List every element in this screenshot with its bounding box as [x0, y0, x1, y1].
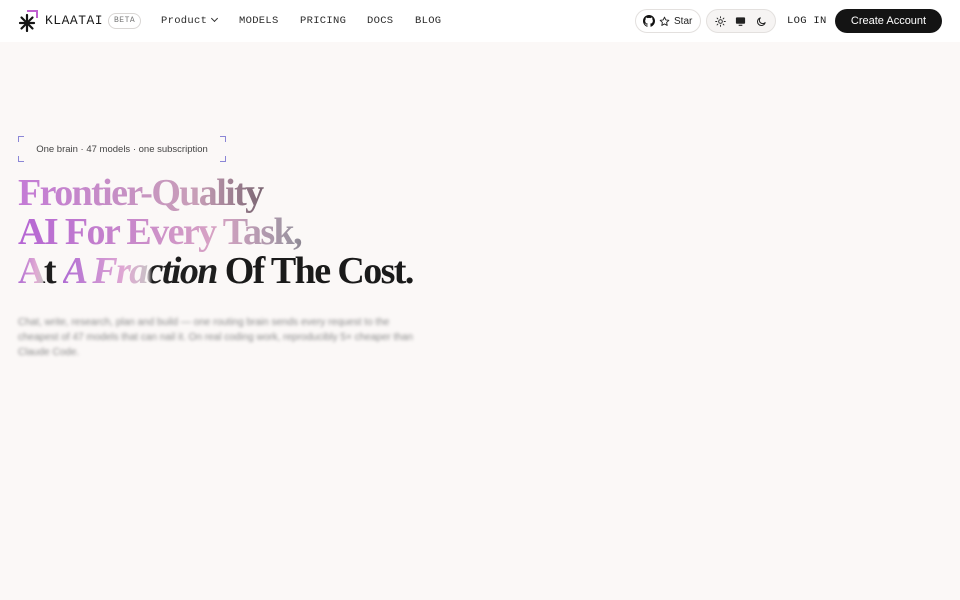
corner-bracket [220, 136, 226, 142]
monitor-icon[interactable] [731, 11, 751, 31]
sun-icon[interactable] [710, 11, 730, 31]
theme-switcher [706, 9, 776, 33]
corner-bracket [18, 156, 24, 162]
nav-product[interactable]: Product [161, 14, 219, 27]
nav-pricing[interactable]: PRICING [300, 15, 346, 27]
hero-headline: Frontier-Quality AI For Every Task, At A… [18, 174, 415, 292]
login-link[interactable]: LOG IN [787, 15, 827, 27]
star-icon [659, 16, 670, 26]
github-star-button[interactable]: Star [635, 9, 701, 33]
hero-description: Chat, write, research, plan and build — … [18, 317, 413, 358]
nav-product-label: Product [161, 15, 208, 27]
chevron-down-icon [211, 14, 219, 23]
nav-blog[interactable]: BLOG [415, 15, 441, 27]
nav-models[interactable]: MODELS [239, 15, 279, 27]
star-label: Star [674, 15, 693, 27]
beta-badge: BETA [108, 13, 142, 29]
corner-bracket [18, 136, 24, 142]
headline-line-3: At A Fraction Of The Cost. [18, 250, 415, 292]
hero-eyebrow: One brain · 47 models · one subscription [18, 136, 226, 162]
eyebrow-text: One brain · 47 models · one subscription [36, 143, 208, 155]
headline-emphasis: A Fraction [62, 250, 219, 292]
nav-docs[interactable]: DOCS [367, 15, 393, 27]
top-nav: KLAATAI BETA Product MODELS PRICING DOCS… [0, 0, 960, 42]
headline-line-2: AI For Every Task, [18, 213, 413, 252]
asterisk-logo-icon[interactable] [18, 10, 38, 32]
headline-line-3-tail: Of The Cost. [216, 250, 415, 292]
moon-icon[interactable] [752, 11, 772, 31]
headline-line-3-lead: At [18, 250, 63, 292]
github-icon [643, 15, 655, 27]
create-account-button[interactable]: Create Account [835, 9, 942, 33]
brand-name[interactable]: KLAATAI [45, 13, 103, 28]
corner-bracket [220, 156, 226, 162]
headline-line-1: Frontier-Quality [18, 174, 413, 213]
